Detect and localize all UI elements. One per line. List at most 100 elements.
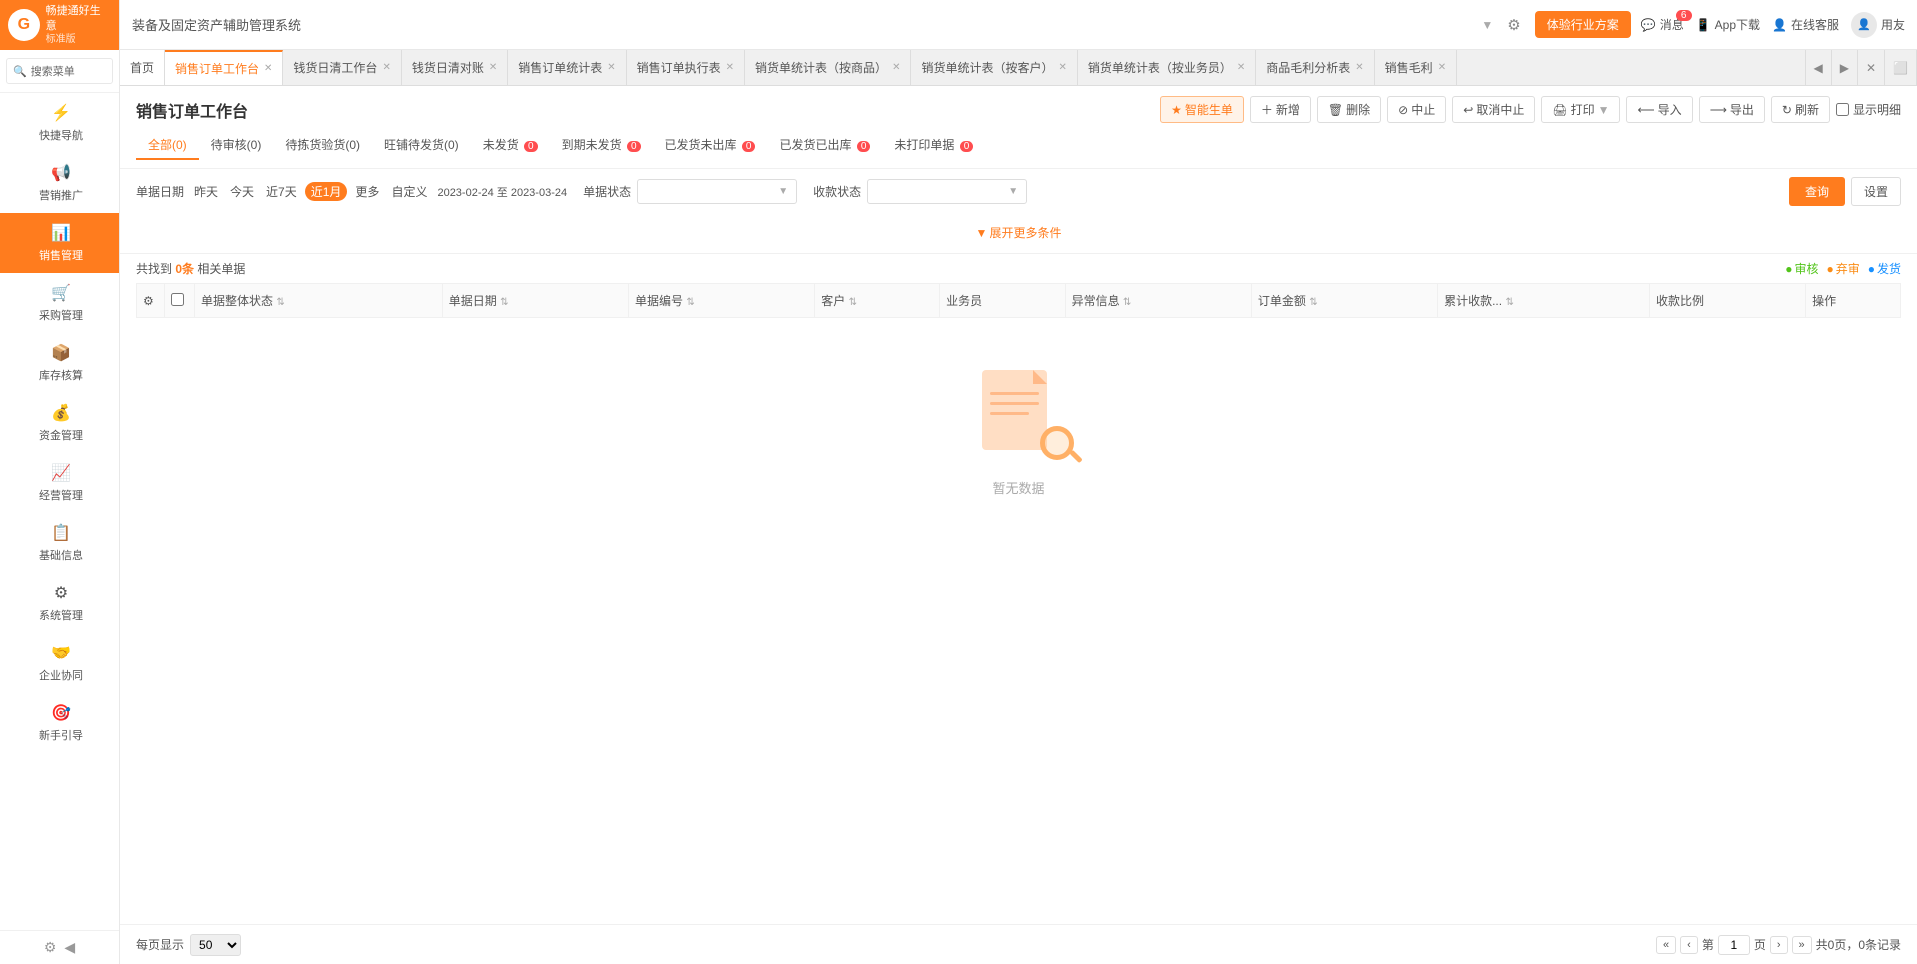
query-button[interactable]: 查询 xyxy=(1789,177,1845,206)
column-settings-icon[interactable]: ⚙ xyxy=(143,294,154,308)
chevron-down-icon: ▼ xyxy=(1481,18,1493,32)
user-menu-button[interactable]: 👤 用友 xyxy=(1851,12,1905,38)
page-size-select[interactable]: 10 20 50 100 xyxy=(190,934,241,956)
date-opt-more[interactable]: 更多 xyxy=(351,182,383,201)
delete-button[interactable]: 🗑 删除 xyxy=(1317,96,1381,123)
cancel-suspend-button[interactable]: ↩ 取消中止 xyxy=(1452,96,1535,123)
sidebar-settings-button[interactable]: ⚙ xyxy=(44,939,57,956)
page-number-input[interactable] xyxy=(1718,935,1750,955)
tab-close-sales-by-staff[interactable]: ✕ xyxy=(1237,62,1245,73)
tab-gross-profit[interactable]: 商品毛利分析表 ✕ xyxy=(1256,50,1374,86)
sidebar-item-enterprise[interactable]: 🤝 企业协同 xyxy=(0,633,119,693)
tab-close-sales-by-product[interactable]: ✕ xyxy=(892,62,900,73)
next-page-button[interactable]: › xyxy=(1770,936,1788,954)
refresh-button[interactable]: ↻ 刷新 xyxy=(1771,96,1830,123)
main-content: 装备及固定资产辅助管理系统 ▼ ⚙ 体验行业方案 💬 消息 6 📱 App下载 … xyxy=(120,0,1917,964)
select-all-checkbox[interactable] xyxy=(171,293,184,306)
tab-sales-exec[interactable]: 销售订单执行表 ✕ xyxy=(627,50,745,86)
industry-solution-button[interactable]: 体验行业方案 xyxy=(1535,11,1631,38)
filter-tab-shipped-out[interactable]: 已发货已出库 0 xyxy=(767,131,882,160)
export-button[interactable]: ⟶ 导出 xyxy=(1699,96,1765,123)
show-detail-checkbox[interactable] xyxy=(1836,103,1849,116)
batch-ship-button[interactable]: ● 发货 xyxy=(1868,260,1901,277)
filter-tab-wangpu[interactable]: 旺铺待发货(0) xyxy=(372,131,471,160)
import-icon: ⟵ xyxy=(1637,103,1654,117)
sidebar-collapse-button[interactable]: ◀ xyxy=(64,939,75,956)
settings-icon[interactable]: ⚙ xyxy=(1503,12,1524,38)
tab-close-cash-daily[interactable]: ✕ xyxy=(382,62,390,73)
date-opt-1month[interactable]: 近1月 xyxy=(305,182,348,201)
expand-row: ▼ 展开更多条件 xyxy=(136,222,1901,245)
pagination: 每页显示 10 20 50 100 « ‹ 第 页 › » 共0页，0条记录 xyxy=(120,924,1917,964)
date-filter-label: 单据日期 xyxy=(136,183,184,200)
table-action-buttons: ● 审核 ● 弃审 ● 发货 xyxy=(1785,260,1901,277)
tab-scroll-left[interactable]: ◀ xyxy=(1806,50,1832,85)
filter-tab-pending-review[interactable]: 待审核(0) xyxy=(199,131,274,160)
sort-status-icon: ⇅ xyxy=(276,297,284,308)
suspend-button[interactable]: ⊘ 中止 xyxy=(1387,96,1446,123)
filter-tab-not-printed[interactable]: 未打印单据 0 xyxy=(882,131,985,160)
batch-unreview-button[interactable]: ● 弃审 xyxy=(1826,260,1859,277)
filter-tab-shipped-not-out[interactable]: 已发货未出库 0 xyxy=(653,131,768,160)
tab-close-gross-profit[interactable]: ✕ xyxy=(1355,62,1363,73)
data-table: ⚙ 单据整体状态 ⇅ 单据日期 ⇅ xyxy=(136,283,1901,318)
tab-cash-daily[interactable]: 钱货日清工作台 ✕ xyxy=(283,50,401,86)
message-button[interactable]: 💬 消息 6 xyxy=(1641,16,1684,33)
tab-sales-by-customer[interactable]: 销货单统计表（按客户） ✕ xyxy=(911,50,1077,86)
prev-page-button[interactable]: ‹ xyxy=(1680,936,1698,954)
sidebar-item-sales[interactable]: 📊 销售管理 xyxy=(0,213,119,273)
sidebar-item-system[interactable]: ⚙ 系统管理 xyxy=(0,573,119,633)
filter-tab-expired[interactable]: 到期未发货 0 xyxy=(550,131,653,160)
payment-select[interactable]: ▼ xyxy=(867,179,1027,204)
sidebar-item-inventory[interactable]: 📦 库存核算 xyxy=(0,333,119,393)
filter-tab-not-shipped[interactable]: 未发货 0 xyxy=(471,131,550,160)
tab-maximize[interactable]: ⬜ xyxy=(1885,50,1917,85)
tab-sales-order[interactable]: 销售订单工作台 ✕ xyxy=(165,50,283,86)
sidebar-item-purchase[interactable]: 🛒 采购管理 xyxy=(0,273,119,333)
sidebar-item-operations[interactable]: 📈 经营管理 xyxy=(0,453,119,513)
add-button[interactable]: ＋ 新增 xyxy=(1250,96,1311,123)
enterprise-icon: 🤝 xyxy=(51,643,71,663)
tab-close-sales-exec[interactable]: ✕ xyxy=(726,62,734,73)
tab-close-cash-reconcile[interactable]: ✕ xyxy=(489,62,497,73)
tab-cash-reconcile[interactable]: 钱货日清对账 ✕ xyxy=(402,50,508,86)
tab-scroll-right[interactable]: ▶ xyxy=(1832,50,1858,85)
sidebar-item-guide[interactable]: 🎯 新手引导 xyxy=(0,693,119,753)
tab-sales-margin[interactable]: 销售毛利 ✕ xyxy=(1375,50,1457,86)
filter-tab-pending-inspect[interactable]: 待拣货验货(0) xyxy=(273,131,372,160)
date-opt-yesterday[interactable]: 昨天 xyxy=(190,182,222,201)
sidebar-item-quick-nav[interactable]: ⚡ 快捷导航 xyxy=(0,93,119,153)
tab-close-sales-stats[interactable]: ✕ xyxy=(607,62,615,73)
tab-sales-by-product[interactable]: 销货单统计表（按商品） ✕ xyxy=(745,50,911,86)
show-detail-toggle[interactable]: 显示明细 xyxy=(1836,101,1901,118)
tab-home[interactable]: 首页 xyxy=(120,50,165,86)
tab-close-all[interactable]: ✕ xyxy=(1858,50,1885,85)
table-scroll-area[interactable]: ⚙ 单据整体状态 ⇅ 单据日期 ⇅ xyxy=(136,283,1901,924)
print-button[interactable]: 🖨 打印 ▼ xyxy=(1541,96,1620,123)
sidebar-item-base-info[interactable]: 📋 基础信息 xyxy=(0,513,119,573)
import-button[interactable]: ⟵ 导入 xyxy=(1626,96,1692,123)
expand-conditions-button[interactable]: ▼ 展开更多条件 xyxy=(976,224,1062,241)
batch-review-button[interactable]: ● 审核 xyxy=(1785,260,1818,277)
last-page-button[interactable]: » xyxy=(1792,936,1812,954)
tab-sales-stats[interactable]: 销售订单统计表 ✕ xyxy=(508,50,626,86)
tab-close-sales-by-customer[interactable]: ✕ xyxy=(1058,62,1066,73)
status-select[interactable]: ▼ xyxy=(637,179,797,204)
filter-tab-all[interactable]: 全部(0) xyxy=(136,131,199,160)
date-opt-custom[interactable]: 自定义 xyxy=(387,182,431,201)
sidebar-item-finance[interactable]: 💰 资金管理 xyxy=(0,393,119,453)
system-title: 装备及固定资产辅助管理系统 xyxy=(132,15,1471,34)
date-opt-7days[interactable]: 近7天 xyxy=(262,182,301,201)
tab-sales-by-staff[interactable]: 销货单统计表（按业务员） ✕ xyxy=(1078,50,1256,86)
date-opt-today[interactable]: 今天 xyxy=(226,182,258,201)
smart-create-button[interactable]: ★ 智能生单 xyxy=(1160,96,1244,123)
sidebar-item-marketing[interactable]: 📢 营销推广 xyxy=(0,153,119,213)
tab-close-sales-order[interactable]: ✕ xyxy=(264,63,272,74)
th-staff: 业务员 xyxy=(940,284,1066,318)
settings-query-button[interactable]: 设置 xyxy=(1851,177,1901,206)
first-page-button[interactable]: « xyxy=(1656,936,1676,954)
tab-close-sales-margin[interactable]: ✕ xyxy=(1438,62,1446,73)
search-menu-button[interactable]: 🔍 搜索菜单 xyxy=(6,58,113,84)
online-service-button[interactable]: 👤 在线客服 xyxy=(1772,16,1839,33)
app-download-button[interactable]: 📱 App下载 xyxy=(1696,16,1760,33)
